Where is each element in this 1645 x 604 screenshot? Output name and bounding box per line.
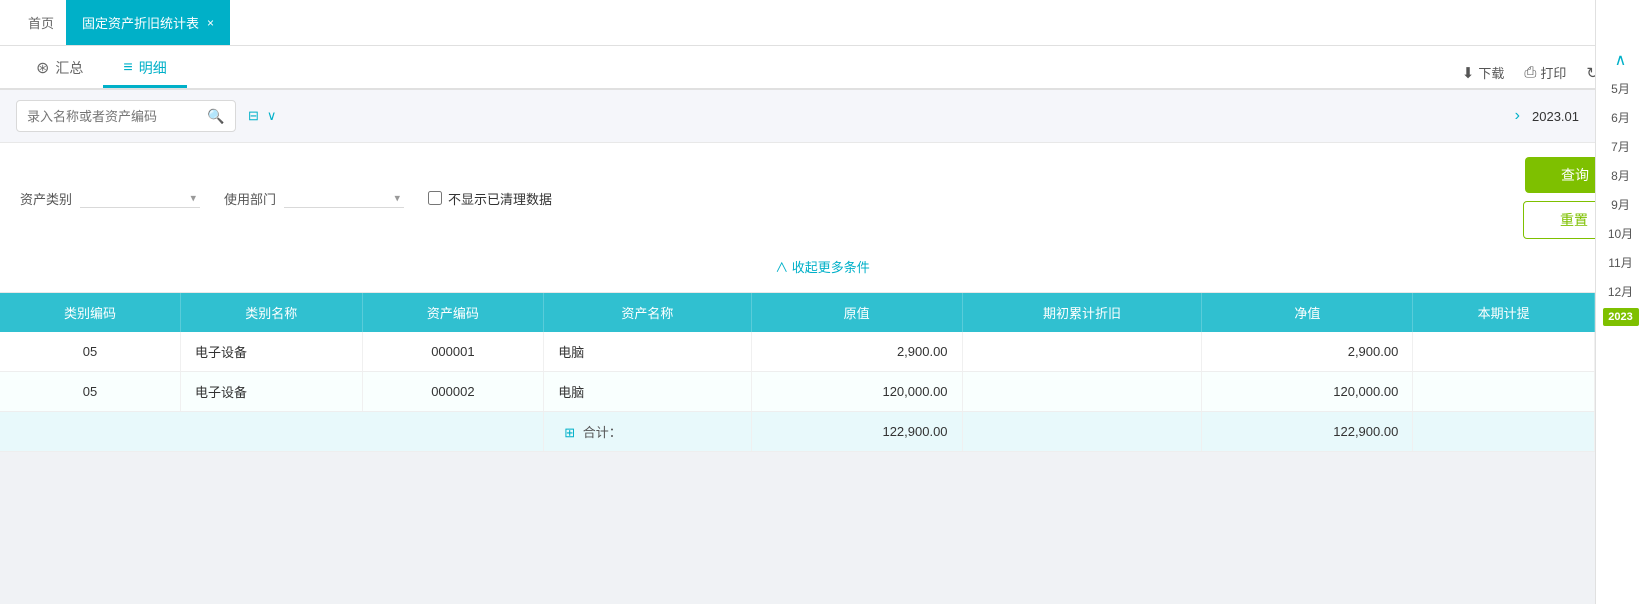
cell-current-provision	[1413, 372, 1595, 412]
department-label: 使用部门	[224, 189, 276, 208]
col-asset-name: 资产名称	[544, 293, 751, 332]
cell-asset-name: 电脑	[544, 332, 751, 372]
month-9[interactable]: 9月	[1596, 190, 1645, 219]
search-input[interactable]	[27, 109, 207, 124]
asset-category-label: 资产类别	[20, 189, 72, 208]
col-category-code: 类别编码	[0, 293, 180, 332]
exclude-cleared-label: 不显示已清理数据	[448, 189, 552, 208]
tab-label: 固定资产折旧统计表	[82, 13, 199, 32]
total-net-value: 122,900.00	[1202, 412, 1413, 452]
month-11[interactable]: 11月	[1596, 248, 1645, 277]
print-button[interactable]: ⎙ 打印	[1524, 63, 1566, 82]
cell-category-name: 电子设备	[180, 372, 362, 412]
download-label: 下载	[1478, 63, 1504, 82]
month-7[interactable]: 7月	[1596, 132, 1645, 161]
cell-asset-code: 000002	[362, 372, 544, 412]
sub-tab-bar: ⊛ 汇总 ≡ 明细 ⬇ 下载 ⎙ 打印 ↻ 刷新	[0, 46, 1645, 90]
col-accumulated-dep: 期初累计折旧	[962, 293, 1202, 332]
collapse-bar[interactable]: ∧ 收起更多条件	[20, 249, 1625, 282]
cell-accumulated-dep	[962, 332, 1202, 372]
month-5[interactable]: 5月	[1596, 74, 1645, 103]
department-select[interactable]	[284, 188, 404, 208]
col-original-value: 原值	[751, 293, 962, 332]
active-tab[interactable]: 固定资产折旧统计表 ×	[66, 0, 230, 45]
filter-icon: ⊟	[248, 108, 259, 124]
total-accumulated-dep	[962, 412, 1202, 452]
table-row: 05 电子设备 000002 电脑 120,000.00 120,000.00	[0, 372, 1595, 412]
search-icon[interactable]: 🔍	[207, 108, 224, 125]
table-container: 类别编码 类别名称 资产编码 资产名称 原值 期初累计折旧 净值 本期计提 05…	[0, 293, 1595, 604]
tab-summary[interactable]: ⊛ 汇总	[16, 50, 103, 88]
tab-summary-label: 汇总	[55, 58, 83, 78]
total-label-cell	[0, 412, 544, 452]
total-text: 合计：	[583, 425, 622, 440]
home-tab[interactable]: 首页	[16, 13, 66, 32]
table-header-row: 类别编码 类别名称 资产编码 资产名称 原值 期初累计折旧 净值 本期计提	[0, 293, 1595, 332]
cell-current-provision	[1413, 332, 1595, 372]
cell-net-value: 120,000.00	[1202, 372, 1413, 412]
navigate-right-icon[interactable]: ›	[1515, 107, 1520, 125]
chevron-down-icon: ∨	[267, 108, 277, 124]
more-conditions-button[interactable]: ⊟ ∨	[248, 108, 276, 124]
data-table: 类别编码 类别名称 资产编码 资产名称 原值 期初累计折旧 净值 本期计提 05…	[0, 293, 1595, 452]
summary-icon: ⊛	[36, 58, 49, 78]
month-8[interactable]: 8月	[1596, 161, 1645, 190]
asset-category-filter: 资产类别	[20, 188, 200, 208]
cell-asset-code: 000001	[362, 332, 544, 372]
col-net-value: 净值	[1202, 293, 1413, 332]
cell-code: 05	[0, 332, 180, 372]
print-icon: ⎙	[1524, 64, 1536, 81]
total-current-provision	[1413, 412, 1595, 452]
cell-category-name: 电子设备	[180, 332, 362, 372]
month-6[interactable]: 6月	[1596, 103, 1645, 132]
print-label: 打印	[1540, 63, 1566, 82]
download-button[interactable]: ⬇ 下载	[1462, 63, 1505, 82]
total-row: ⊞ 合计： 122,900.00 122,900.00	[0, 412, 1595, 452]
cell-original-value: 120,000.00	[751, 372, 962, 412]
cell-net-value: 2,900.00	[1202, 332, 1413, 372]
download-icon: ⬇	[1462, 64, 1475, 82]
close-tab-icon[interactable]: ×	[207, 16, 214, 30]
filter-area: 资产类别 使用部门 不显示已清理数据 查询 重置 ∧ 收起更多条件	[0, 143, 1645, 293]
year-badge[interactable]: 2023	[1603, 308, 1639, 326]
filter-row: 资产类别 使用部门 不显示已清理数据 查询 重置	[20, 157, 1625, 239]
col-current-provision: 本期计提	[1413, 293, 1595, 332]
cell-accumulated-dep	[962, 372, 1202, 412]
cell-code: 05	[0, 372, 180, 412]
department-filter: 使用部门	[224, 188, 404, 208]
asset-category-select-wrap	[80, 188, 200, 208]
month-10[interactable]: 10月	[1596, 219, 1645, 248]
tab-detail-label: 明细	[139, 58, 167, 78]
cell-original-value: 2,900.00	[751, 332, 962, 372]
right-sidebar: ∧ 5月 6月 7月 8月 9月 10月 11月 12月 2023	[1595, 0, 1645, 604]
cell-asset-name: 电脑	[544, 372, 751, 412]
department-select-wrap	[284, 188, 404, 208]
asset-category-select[interactable]	[80, 188, 200, 208]
table-row: 05 电子设备 000001 电脑 2,900.00 2,900.00	[0, 332, 1595, 372]
sub-tabs: ⊛ 汇总 ≡ 明细	[16, 46, 187, 88]
search-bar: 🔍 ⊟ ∨ › 2023.01	[0, 90, 1645, 143]
scroll-up-button[interactable]: ∧	[1611, 46, 1631, 74]
tab-detail[interactable]: ≡ 明细	[103, 50, 186, 88]
exclude-cleared-filter: 不显示已清理数据	[428, 189, 552, 208]
col-category-name: 类别名称	[180, 293, 362, 332]
exclude-cleared-checkbox[interactable]	[428, 191, 442, 205]
col-asset-code: 资产编码	[362, 293, 544, 332]
total-original-value: 122,900.00	[751, 412, 962, 452]
detail-icon: ≡	[123, 59, 132, 77]
search-input-wrap[interactable]: 🔍	[16, 100, 236, 132]
date-display: 2023.01	[1532, 109, 1579, 124]
top-nav: 首页 固定资产折旧统计表 × ×	[0, 0, 1645, 46]
month-12[interactable]: 12月	[1596, 277, 1645, 306]
total-icon: ⊞	[564, 425, 575, 440]
total-label: ⊞ 合计：	[544, 412, 751, 452]
